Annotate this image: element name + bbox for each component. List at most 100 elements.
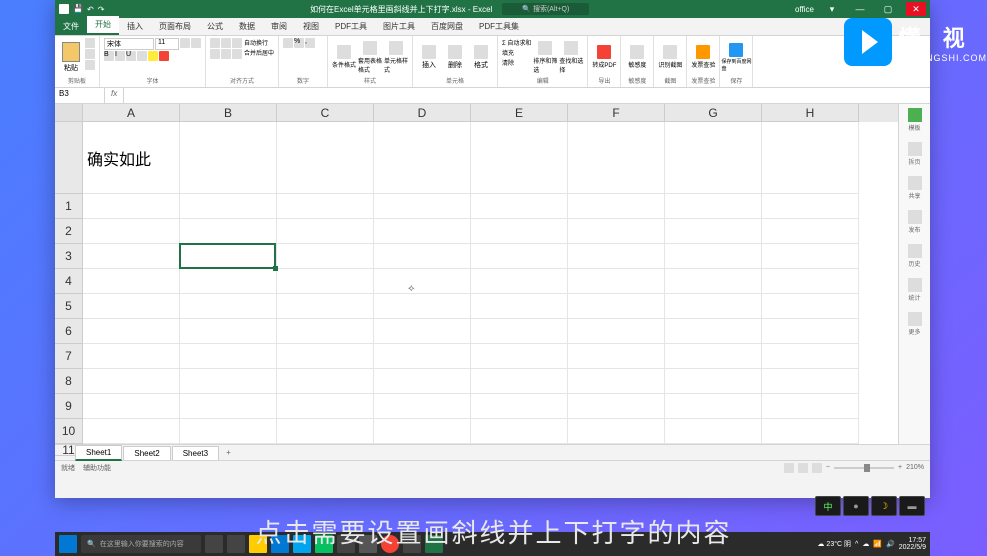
tab-formulas[interactable]: 公式 bbox=[199, 18, 231, 35]
cell[interactable] bbox=[180, 194, 277, 219]
row-header[interactable]: 8 bbox=[55, 369, 83, 394]
cell[interactable] bbox=[665, 194, 762, 219]
format-cells-button[interactable]: 格式 bbox=[469, 38, 493, 76]
decrease-font-icon[interactable] bbox=[191, 38, 201, 48]
cell[interactable] bbox=[665, 369, 762, 394]
format-painter-icon[interactable] bbox=[85, 60, 95, 70]
cell[interactable] bbox=[471, 369, 568, 394]
cell[interactable] bbox=[471, 419, 568, 444]
rec-btn-4[interactable]: ▬ bbox=[899, 496, 925, 516]
fill-handle[interactable] bbox=[273, 266, 278, 271]
cell[interactable] bbox=[374, 394, 471, 419]
cond-format-button[interactable]: 条件格式 bbox=[332, 38, 356, 76]
col-header[interactable]: H bbox=[762, 104, 859, 122]
cell[interactable] bbox=[762, 419, 859, 444]
cell[interactable] bbox=[471, 294, 568, 319]
panel-publish[interactable]: 发布 bbox=[905, 210, 925, 234]
cell[interactable] bbox=[762, 244, 859, 269]
increase-font-icon[interactable] bbox=[180, 38, 190, 48]
fx-icon[interactable]: fx bbox=[105, 88, 124, 103]
italic-icon[interactable]: I bbox=[115, 51, 125, 61]
row-header[interactable]: 5 bbox=[55, 294, 83, 319]
align-middle-icon[interactable] bbox=[221, 38, 231, 48]
row-header[interactable]: 9 bbox=[55, 394, 83, 419]
screenshot-button[interactable]: 识别截图 bbox=[658, 38, 682, 76]
tab-review[interactable]: 审阅 bbox=[263, 18, 295, 35]
cell[interactable] bbox=[83, 394, 180, 419]
delete-cells-button[interactable]: 删除 bbox=[443, 38, 467, 76]
cell[interactable] bbox=[277, 194, 374, 219]
row-header[interactable]: 1 bbox=[55, 194, 83, 219]
percent-icon[interactable]: % bbox=[294, 38, 304, 48]
cell[interactable] bbox=[471, 269, 568, 294]
view-normal-icon[interactable] bbox=[784, 463, 794, 473]
cell[interactable] bbox=[568, 219, 665, 244]
col-header[interactable]: C bbox=[277, 104, 374, 122]
cell[interactable] bbox=[762, 194, 859, 219]
cell[interactable] bbox=[568, 369, 665, 394]
minimize-button[interactable]: — bbox=[850, 2, 870, 16]
formula-bar[interactable] bbox=[124, 88, 930, 103]
cell[interactable] bbox=[83, 244, 180, 269]
tab-data[interactable]: 数据 bbox=[231, 18, 263, 35]
col-header[interactable]: E bbox=[471, 104, 568, 122]
cell-a-header[interactable]: 确实如此 bbox=[83, 122, 180, 194]
align-left-icon[interactable] bbox=[210, 49, 220, 59]
tab-pdf[interactable]: PDF工具 bbox=[327, 18, 375, 35]
add-sheet-button[interactable]: + bbox=[220, 446, 237, 459]
bold-icon[interactable]: B bbox=[104, 51, 114, 61]
sort-filter-button[interactable]: 排序和筛选 bbox=[533, 38, 557, 76]
cell[interactable] bbox=[83, 319, 180, 344]
cell[interactable] bbox=[665, 394, 762, 419]
cell[interactable] bbox=[665, 319, 762, 344]
view-break-icon[interactable] bbox=[812, 463, 822, 473]
cell[interactable] bbox=[665, 269, 762, 294]
cell[interactable] bbox=[665, 344, 762, 369]
cell[interactable] bbox=[277, 369, 374, 394]
cell[interactable] bbox=[83, 294, 180, 319]
tab-file[interactable]: 文件 bbox=[55, 18, 87, 35]
row-header[interactable]: 3 bbox=[55, 244, 83, 269]
cell[interactable] bbox=[277, 294, 374, 319]
cell[interactable] bbox=[83, 219, 180, 244]
qat-undo-icon[interactable]: ↶ bbox=[87, 5, 94, 14]
cell[interactable] bbox=[762, 369, 859, 394]
sheet-tab-1[interactable]: Sheet1 bbox=[75, 445, 122, 461]
cell[interactable] bbox=[180, 122, 277, 194]
wrap-text-button[interactable]: 自动换行 bbox=[244, 38, 274, 47]
copy-icon[interactable] bbox=[85, 49, 95, 59]
insert-cells-button[interactable]: 插入 bbox=[417, 38, 441, 76]
row-header-blank[interactable] bbox=[55, 122, 83, 194]
cell[interactable] bbox=[374, 194, 471, 219]
fill-button[interactable]: 填充 bbox=[502, 48, 531, 57]
cell[interactable] bbox=[568, 319, 665, 344]
cell[interactable] bbox=[568, 194, 665, 219]
account-name[interactable]: office bbox=[795, 5, 814, 14]
grid-area[interactable]: A B C D E F G H 确实如此 bbox=[83, 104, 930, 444]
cell[interactable] bbox=[277, 269, 374, 294]
view-layout-icon[interactable] bbox=[798, 463, 808, 473]
cell[interactable] bbox=[665, 419, 762, 444]
cell[interactable] bbox=[374, 269, 471, 294]
cell[interactable] bbox=[277, 244, 374, 269]
cell[interactable] bbox=[568, 419, 665, 444]
topdf-button[interactable]: 转成PDF bbox=[592, 38, 616, 76]
table-format-button[interactable]: 套用表格格式 bbox=[358, 38, 382, 76]
maximize-button[interactable]: ▢ bbox=[878, 2, 898, 16]
cell[interactable] bbox=[471, 319, 568, 344]
qat-redo-icon[interactable]: ↷ bbox=[98, 5, 105, 14]
find-select-button[interactable]: 查找和选择 bbox=[559, 38, 583, 76]
baidu-save-button[interactable]: 保存到百度网盘 bbox=[724, 38, 748, 76]
name-box[interactable]: B3 bbox=[55, 88, 105, 103]
row-header[interactable]: 2 bbox=[55, 219, 83, 244]
zoom-in-button[interactable]: + bbox=[898, 464, 902, 471]
cell[interactable] bbox=[762, 319, 859, 344]
cell[interactable] bbox=[374, 344, 471, 369]
col-header[interactable]: F bbox=[568, 104, 665, 122]
sensitivity-button[interactable]: 敏感度 bbox=[625, 38, 649, 76]
cell[interactable] bbox=[471, 122, 568, 194]
sheet-tab-3[interactable]: Sheet3 bbox=[172, 446, 219, 460]
close-button[interactable]: ✕ bbox=[906, 2, 926, 16]
zoom-value[interactable]: 210% bbox=[906, 464, 924, 471]
cell[interactable] bbox=[762, 344, 859, 369]
